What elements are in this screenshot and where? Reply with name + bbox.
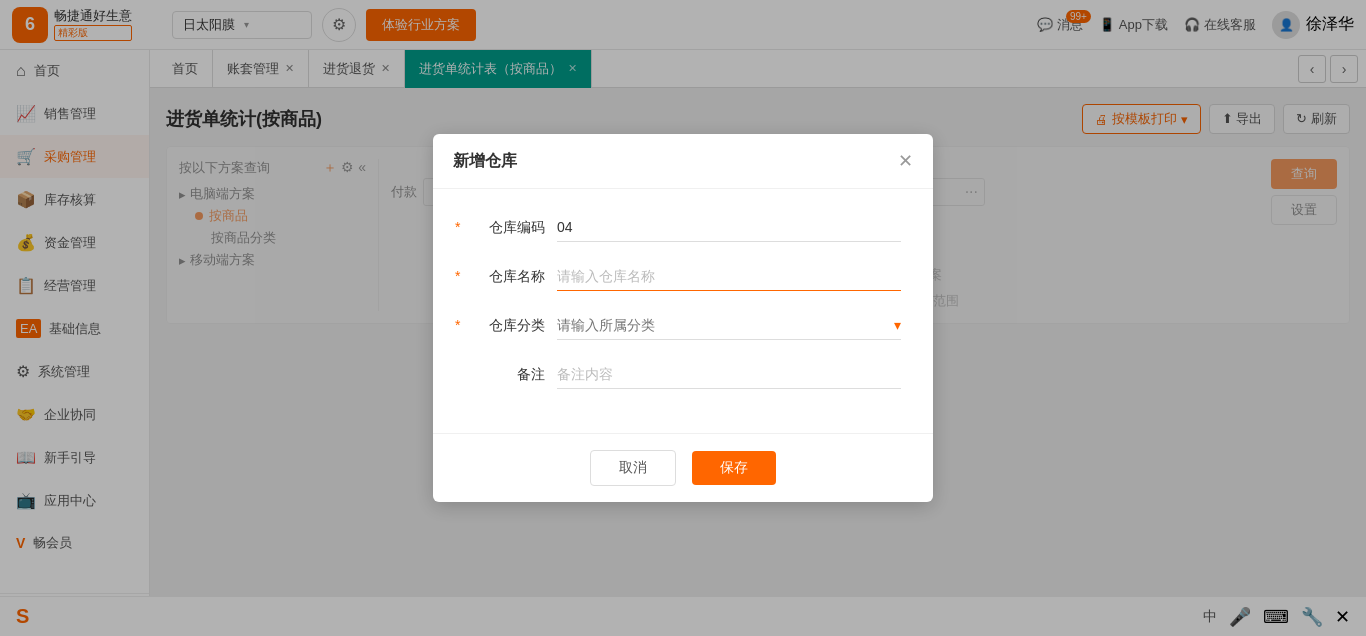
warehouse-code-row: 仓库编码: [465, 213, 901, 242]
warehouse-name-input[interactable]: [557, 262, 901, 291]
warehouse-code-label: 仓库编码: [465, 219, 545, 237]
warehouse-note-input[interactable]: [557, 360, 901, 389]
modal-footer: 取消 保存: [433, 433, 933, 502]
modal-close-button[interactable]: ✕: [898, 150, 913, 172]
category-input[interactable]: [557, 311, 894, 339]
warehouse-name-label: 仓库名称: [465, 268, 545, 286]
cancel-button[interactable]: 取消: [590, 450, 676, 486]
add-warehouse-modal: 新增仓库 ✕ 仓库编码 仓库名称 仓库分类 ▾: [433, 134, 933, 502]
warehouse-category-select[interactable]: ▾: [557, 311, 901, 340]
warehouse-code-input[interactable]: [557, 213, 901, 242]
warehouse-category-row: 仓库分类 ▾: [465, 311, 901, 340]
save-button[interactable]: 保存: [692, 451, 776, 485]
modal-body: 仓库编码 仓库名称 仓库分类 ▾ 备注: [433, 189, 933, 433]
warehouse-note-row: 备注: [465, 360, 901, 389]
modal-overlay: 新增仓库 ✕ 仓库编码 仓库名称 仓库分类 ▾: [0, 0, 1366, 636]
warehouse-note-label: 备注: [465, 366, 545, 384]
warehouse-name-row: 仓库名称: [465, 262, 901, 291]
warehouse-category-label: 仓库分类: [465, 317, 545, 335]
modal-title: 新增仓库: [453, 151, 517, 172]
chevron-down-icon: ▾: [894, 317, 901, 333]
modal-header: 新增仓库 ✕: [433, 134, 933, 189]
